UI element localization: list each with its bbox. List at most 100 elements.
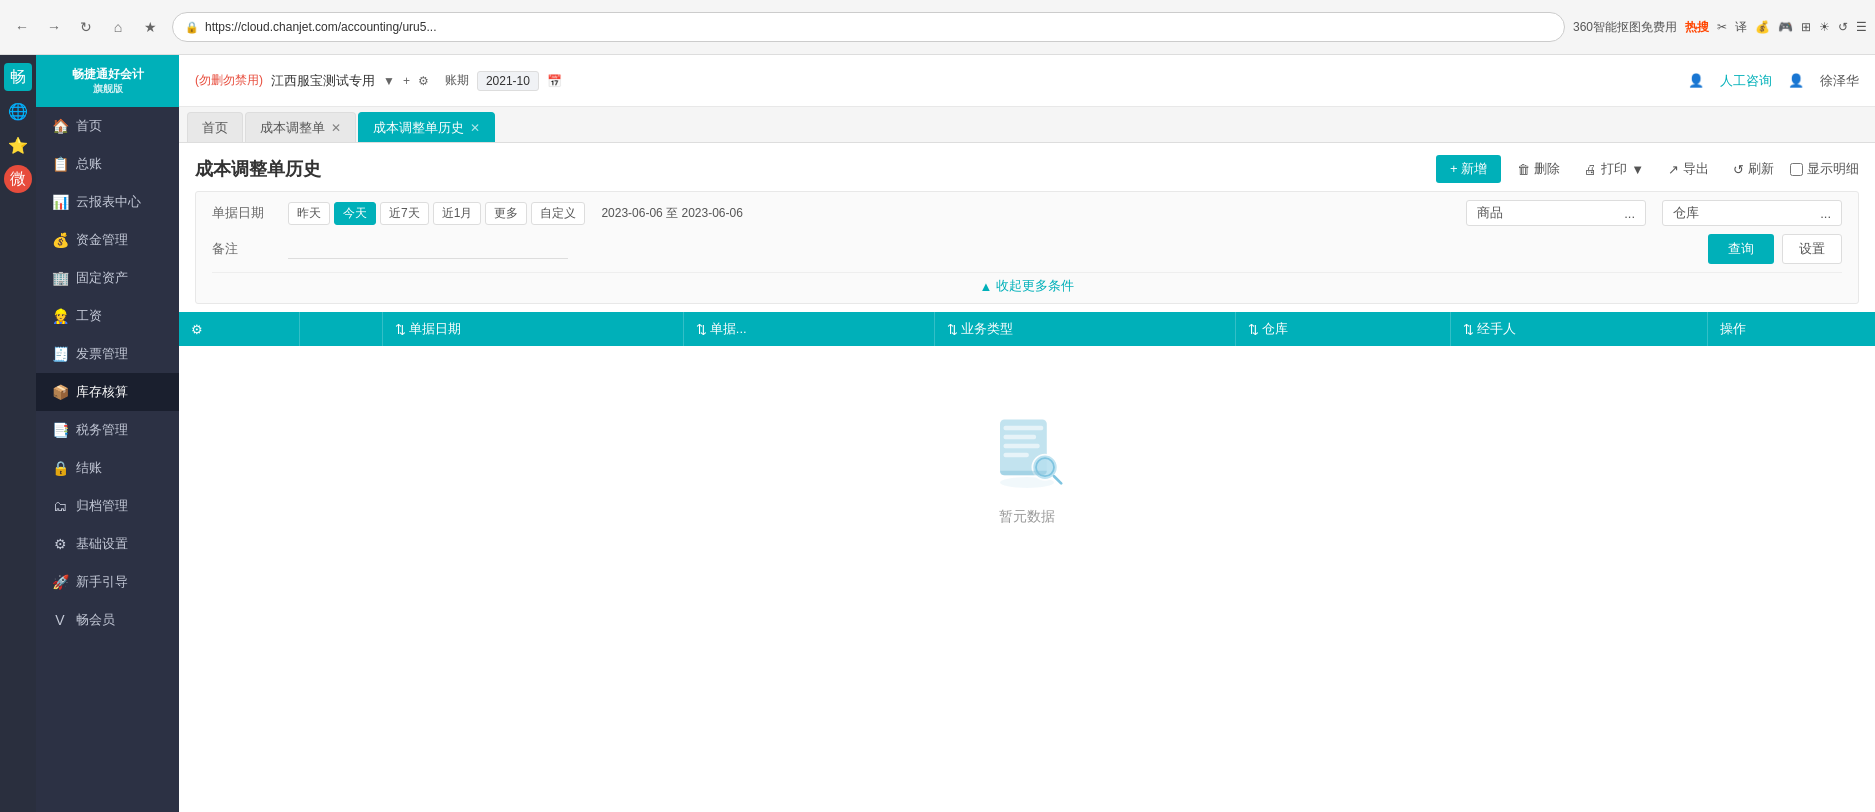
- settings-filter-button[interactable]: 设置: [1782, 234, 1842, 264]
- print-dropdown-icon[interactable]: ▼: [1631, 162, 1644, 177]
- grid-icon[interactable]: ⊞: [1801, 20, 1811, 34]
- sidebar-item-inventory[interactable]: 📦库存核算: [36, 373, 179, 411]
- table-header-row: ⚙⇅单据日期⇅单据...⇅业务类型⇅仓库⇅经手人操作: [179, 312, 1875, 346]
- th-warehouse[interactable]: ⇅仓库: [1235, 312, 1450, 346]
- print-button[interactable]: 🖨 打印 ▼: [1576, 156, 1652, 182]
- sidebar-item-funds[interactable]: 💰资金管理: [36, 221, 179, 259]
- sidebar-icon-inventory: 📦: [52, 384, 68, 400]
- refresh-icon: ↺: [1733, 162, 1744, 177]
- svg-rect-3: [1004, 435, 1036, 440]
- forward-button[interactable]: →: [40, 13, 68, 41]
- th-biz_type[interactable]: ⇅业务类型: [934, 312, 1235, 346]
- export-icon: ↗: [1668, 162, 1679, 177]
- th-sort-arrows-date: ⇅: [395, 322, 406, 337]
- sidebar-logo: 畅捷通好会计 旗舰版: [36, 55, 179, 107]
- top-bar-left: (勿删勿禁用) 江西服宝测试专用 ▼ + ⚙ 账期 2021-10 📅: [195, 71, 562, 91]
- page-title: 成本调整单历史: [195, 157, 321, 181]
- back-button[interactable]: ←: [8, 13, 36, 41]
- sidebar-item-member[interactable]: V畅会员: [36, 601, 179, 639]
- scissors-icon[interactable]: ✂: [1717, 20, 1727, 34]
- bookmark-button[interactable]: ★: [136, 13, 164, 41]
- sidebar-label-settings: 基础设置: [76, 535, 128, 553]
- sidebar-icon-salary: 👷: [52, 308, 68, 324]
- menu-icon[interactable]: ☰: [1856, 20, 1867, 34]
- sidebar-label-fixed-assets: 固定资产: [76, 269, 128, 287]
- th-handler[interactable]: ⇅经手人: [1450, 312, 1708, 346]
- date-btn-近1月[interactable]: 近1月: [433, 202, 482, 225]
- add-icon[interactable]: +: [403, 74, 410, 88]
- date-btn-更多[interactable]: 更多: [485, 202, 527, 225]
- address-bar[interactable]: 🔒 https://cloud.chanjet.com/accounting/u…: [172, 12, 1565, 42]
- sidebar-nav: 🏠首页 📋 总账 📊云报表中心💰资金管理🏢固定资产👷工资🧾发票管理📦库存核算📑税务管理…: [36, 107, 179, 812]
- undo-icon[interactable]: ↺: [1838, 20, 1848, 34]
- sidebar-item-salary[interactable]: 👷工资: [36, 297, 179, 335]
- warehouse-filter-dropdown[interactable]: 仓库 ...: [1662, 200, 1842, 226]
- new-button[interactable]: + 新增: [1436, 155, 1501, 183]
- wallet-icon[interactable]: 💰: [1755, 20, 1770, 34]
- warehouse-dots[interactable]: ...: [1820, 206, 1831, 221]
- sidebar-item-invoice[interactable]: 🧾发票管理: [36, 335, 179, 373]
- strip-item-1[interactable]: 🌐: [4, 97, 32, 125]
- tab-cost-adjust[interactable]: 成本调整单✕: [245, 112, 356, 142]
- sidebar-label-member: 畅会员: [76, 611, 115, 629]
- empty-state: 暂元数据: [179, 346, 1875, 586]
- sidebar-label-reports: 云报表中心: [76, 193, 141, 211]
- reload-button[interactable]: ↻: [72, 13, 100, 41]
- notes-input[interactable]: [288, 239, 568, 259]
- export-button[interactable]: ↗ 导出: [1660, 156, 1717, 182]
- close-tab-cost-adjust[interactable]: ✕: [331, 121, 341, 135]
- sidebar-item-settings[interactable]: ⚙基础设置: [36, 525, 179, 563]
- username[interactable]: 徐泽华: [1820, 72, 1859, 90]
- filter-area: 单据日期 昨天今天近7天近1月更多自定义 2023-06-06 至 2023-0…: [195, 191, 1859, 304]
- th-sort-arrows-number: ⇅: [696, 322, 707, 337]
- strip-item-active[interactable]: 畅: [4, 63, 32, 91]
- calendar-icon[interactable]: 📅: [547, 74, 562, 88]
- sidebar-item-reports[interactable]: 📊云报表中心: [36, 183, 179, 221]
- game-icon[interactable]: 🎮: [1778, 20, 1793, 34]
- dropdown-icon[interactable]: ▼: [383, 74, 395, 88]
- date-range-text: 2023-06-06 至 2023-06-06: [601, 205, 742, 222]
- table-area: ⚙⇅单据日期⇅单据...⇅业务类型⇅仓库⇅经手人操作: [179, 312, 1875, 812]
- goods-dots[interactable]: ...: [1624, 206, 1635, 221]
- settings-icon[interactable]: ⚙: [418, 74, 429, 88]
- sun-icon[interactable]: ☀: [1819, 20, 1830, 34]
- goods-filter-dropdown[interactable]: 商品 ...: [1466, 200, 1646, 226]
- sidebar-item-close[interactable]: 🔒结账: [36, 449, 179, 487]
- date-btn-昨天[interactable]: 昨天: [288, 202, 330, 225]
- th-number[interactable]: ⇅单据...: [683, 312, 934, 346]
- logo-main: 畅捷通好会计: [72, 67, 144, 83]
- app-wrapper: 畅 🌐 ⭐ 微 畅捷通好会计 旗舰版 🏠首页 📋 总账 📊云报表中心💰资金管理🏢固定资…: [0, 55, 1875, 812]
- th-date[interactable]: ⇅单据日期: [382, 312, 683, 346]
- browser-right-tools: 360智能抠图免费用 热搜 ✂ 译 💰 🎮 ⊞ ☀ ↺ ☰: [1573, 19, 1867, 36]
- sidebar-label-home: 首页: [76, 117, 102, 135]
- sidebar-icon-invoice: 🧾: [52, 346, 68, 362]
- consult-text[interactable]: 人工咨询: [1720, 72, 1772, 90]
- sidebar-label-ledger: 总账: [76, 155, 102, 173]
- close-tab-cost-adjust-history[interactable]: ✕: [470, 121, 480, 135]
- notes-label: 备注: [212, 240, 272, 258]
- display-cols-input[interactable]: [1790, 163, 1803, 176]
- empty-text: 暂元数据: [999, 508, 1055, 526]
- top-bar-right: 👤 人工咨询 👤 徐泽华: [1688, 72, 1859, 90]
- refresh-button[interactable]: ↺ 刷新: [1725, 156, 1782, 182]
- sidebar-item-ledger[interactable]: 📋 总账: [36, 145, 179, 183]
- sidebar-icon-ledger: 📋: [52, 156, 68, 172]
- translate-icon[interactable]: 译: [1735, 19, 1747, 36]
- date-btn-自定义[interactable]: 自定义: [531, 202, 585, 225]
- sidebar-item-tax[interactable]: 📑税务管理: [36, 411, 179, 449]
- home-button[interactable]: ⌂: [104, 13, 132, 41]
- date-btn-近7天[interactable]: 近7天: [380, 202, 429, 225]
- sidebar-item-fixed-assets[interactable]: 🏢固定资产: [36, 259, 179, 297]
- strip-item-2[interactable]: ⭐: [4, 131, 32, 159]
- sidebar-item-archive[interactable]: 🗂归档管理: [36, 487, 179, 525]
- tab-home[interactable]: 首页: [187, 112, 243, 142]
- strip-item-3[interactable]: 微: [4, 165, 32, 193]
- sidebar-item-guide[interactable]: 🚀新手引导: [36, 563, 179, 601]
- query-button[interactable]: 查询: [1708, 234, 1774, 264]
- delete-button[interactable]: 🗑 删除: [1509, 156, 1568, 182]
- tab-cost-adjust-history[interactable]: 成本调整单历史✕: [358, 112, 495, 142]
- display-cols-checkbox[interactable]: 显示明细: [1790, 160, 1859, 178]
- collapse-button[interactable]: ▲ 收起更多条件: [212, 272, 1842, 295]
- date-btn-今天[interactable]: 今天: [334, 202, 376, 225]
- sidebar-item-home[interactable]: 🏠首页: [36, 107, 179, 145]
